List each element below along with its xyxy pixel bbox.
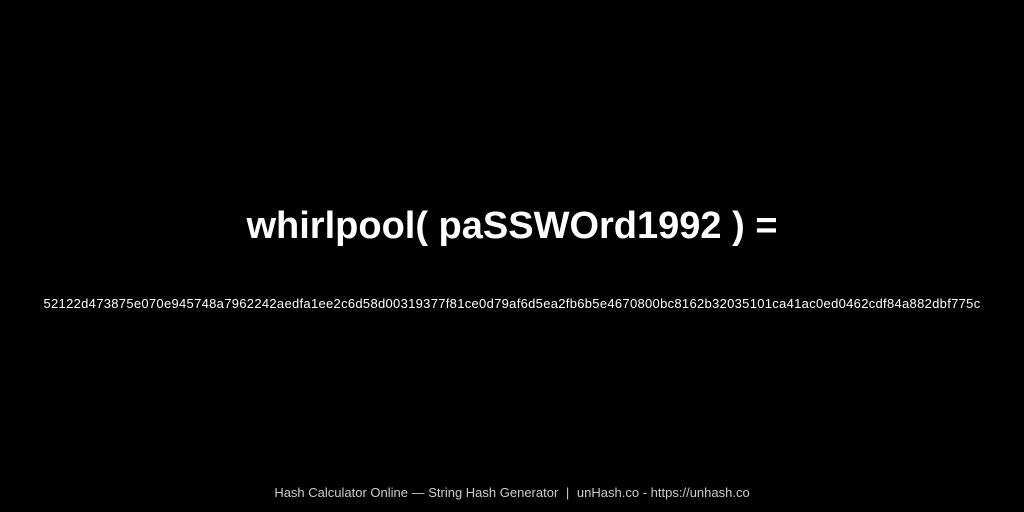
footer-dash: - bbox=[643, 485, 647, 500]
footer: Hash Calculator Online — String Hash Gen… bbox=[0, 475, 1024, 512]
footer-site-url[interactable]: https://unhash.co bbox=[651, 485, 750, 500]
hash-expression: whirlpool( paSSWOrd1992 ) = bbox=[246, 205, 777, 248]
footer-separator: | bbox=[566, 485, 569, 500]
footer-site-name[interactable]: unHash.co bbox=[577, 485, 639, 500]
hash-output: 52122d473875e070e945748a7962242aedfa1ee2… bbox=[43, 296, 980, 311]
main-content: whirlpool( paSSWOrd1992 ) = 52122d473875… bbox=[0, 0, 1024, 475]
footer-description: Hash Calculator Online — String Hash Gen… bbox=[274, 485, 558, 500]
